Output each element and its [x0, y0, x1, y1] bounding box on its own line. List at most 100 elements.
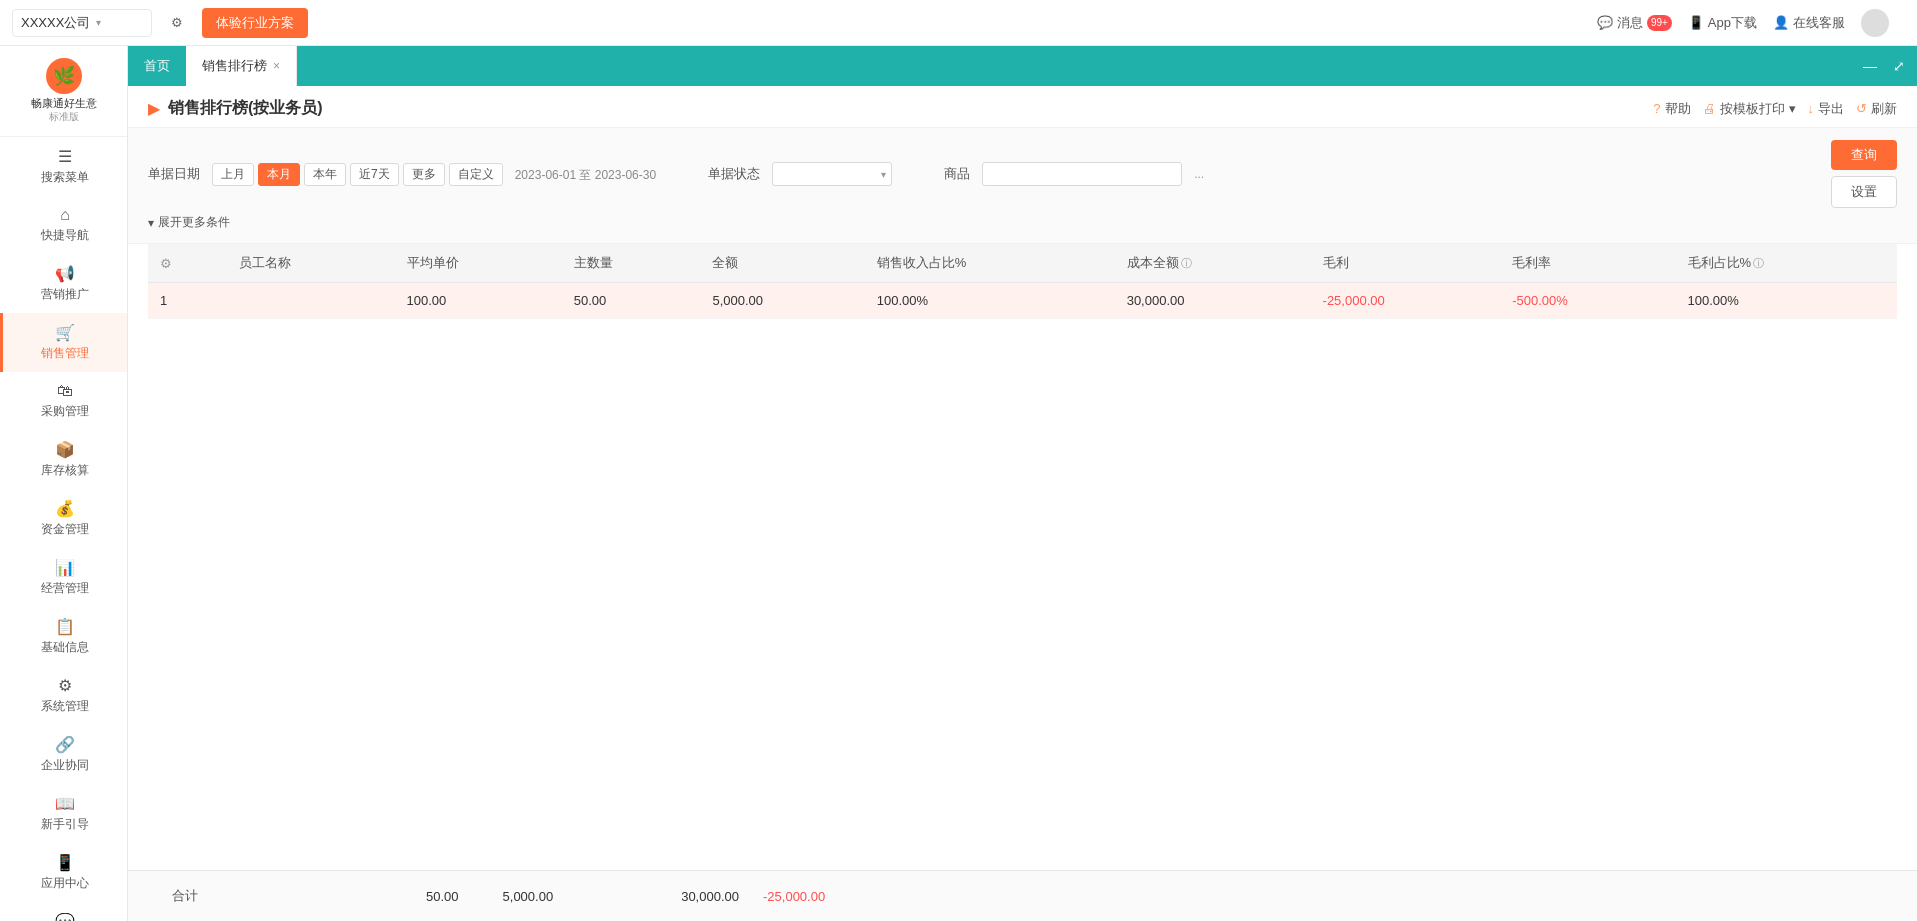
active-tab-label: 销售排行榜 — [202, 57, 267, 75]
date-btn-custom[interactable]: 自定义 — [449, 163, 503, 186]
home-tab-label: 首页 — [144, 57, 170, 75]
marketing-icon: 📢 — [55, 264, 75, 283]
cell-amount: 5,000.00 — [700, 283, 864, 319]
col-amount: 全额 — [700, 244, 864, 283]
refresh-button[interactable]: ↺ 刷新 — [1856, 100, 1897, 118]
content-area: 首页 销售排行榜 × — ⤢ ▶ 销售排行榜(按业务员) — [128, 46, 1917, 921]
cost-info-icon[interactable]: ⓘ — [1181, 257, 1192, 269]
expand-button[interactable]: ▾ 展开更多条件 — [148, 214, 1897, 231]
sidebar-item-label: 新手引导 — [41, 816, 89, 833]
data-table: ⚙ 员工名称 平均单价 主数量 全额 销售收入占比% 成本全额ⓘ 毛利 毛利率 … — [148, 244, 1897, 319]
sidebar-item-purchase[interactable]: 🛍 采购管理 — [0, 372, 127, 430]
footer-cost: 30,000.00 — [669, 883, 751, 910]
col-sales-pct: 销售收入占比% — [865, 244, 1115, 283]
logo-text: 畅康通好生意 — [31, 96, 97, 110]
date-btn-this-month[interactable]: 本月 — [258, 163, 300, 186]
sidebar-item-guide[interactable]: 📖 新手引导 — [0, 784, 127, 843]
cell-rank: 1 — [148, 283, 227, 319]
filter-row-1: 单据日期 上月 本月 本年 近7天 更多 自定义 2023-06-01 至 20… — [148, 140, 1897, 208]
status-filter-label: 单据状态 — [708, 165, 760, 183]
sidebar-item-app-center[interactable]: 📱 应用中心 — [0, 843, 127, 902]
tab-minimize-icon[interactable]: — — [1859, 54, 1881, 78]
app-download-button[interactable]: 📱 App下载 — [1688, 14, 1757, 32]
cell-name — [227, 283, 394, 319]
page-header-actions: ? 帮助 🖨 按模板打印 ▾ ↓ 导出 ↺ — [1653, 100, 1897, 118]
search-menu-icon: ☰ — [58, 147, 72, 166]
sidebar-item-wechat[interactable]: 💬 企业微信 — [0, 902, 127, 921]
goods-input[interactable] — [982, 162, 1182, 186]
sidebar-item-management[interactable]: 📊 经营管理 — [0, 548, 127, 607]
help-button[interactable]: ? 帮助 — [1653, 100, 1690, 118]
tab-sales-ranking[interactable]: 销售排行榜 × — [186, 46, 297, 86]
guide-icon: 📖 — [55, 794, 75, 813]
page-header: ▶ 销售排行榜(按业务员) ? 帮助 🖨 按模板打印 ▾ — [128, 86, 1917, 128]
col-profit-pct: 毛利占比%ⓘ — [1676, 244, 1897, 283]
online-service-button[interactable]: 👤 在线客服 — [1773, 14, 1845, 32]
download-icon: 📱 — [1688, 15, 1704, 30]
sales-icon: 🛒 — [55, 323, 75, 342]
basic-info-icon: 📋 — [55, 617, 75, 636]
home-icon: ⌂ — [60, 206, 70, 224]
collapse-icon[interactable]: ▶ — [148, 99, 160, 118]
logo-emoji: 🌿 — [53, 65, 75, 87]
goods-filter-label: 商品 — [944, 165, 970, 183]
table-settings-icon[interactable]: ⚙ — [160, 256, 172, 271]
sidebar-item-label: 快捷导航 — [41, 227, 89, 244]
company-selector[interactable]: XXXXX公司 ▾ — [12, 9, 152, 37]
date-btn-last-month[interactable]: 上月 — [212, 163, 254, 186]
sidebar-item-label: 资金管理 — [41, 521, 89, 538]
export-label: 导出 — [1818, 100, 1844, 118]
sidebar-item-marketing[interactable]: 📢 营销推广 — [0, 254, 127, 313]
footer-label: 合计 — [160, 881, 260, 911]
sidebar-item-system[interactable]: ⚙ 系统管理 — [0, 666, 127, 725]
date-filter-label: 单据日期 — [148, 165, 200, 183]
sidebar-item-quicknav[interactable]: ⌂ 快捷导航 — [0, 196, 127, 254]
table-footer: 合计 50.00 5,000.00 30,000.00 -25,000.00 — [128, 870, 1917, 921]
sidebar-item-inventory[interactable]: 📦 库存核算 — [0, 430, 127, 489]
goods-more-link[interactable]: ... — [1194, 167, 1204, 181]
sidebar-item-label: 销售管理 — [41, 345, 89, 362]
app-download-label: App下载 — [1708, 14, 1757, 32]
sidebar-item-label: 营销推广 — [41, 286, 89, 303]
print-chevron: ▾ — [1789, 101, 1796, 116]
sidebar-item-enterprise[interactable]: 🔗 企业协同 — [0, 725, 127, 784]
profit-pct-info-icon[interactable]: ⓘ — [1753, 257, 1764, 269]
status-select[interactable] — [772, 162, 892, 186]
col-profit-rate: 毛利率 — [1500, 244, 1675, 283]
sidebar-item-label: 经营管理 — [41, 580, 89, 597]
expand-chevron-icon: ▾ — [148, 216, 154, 230]
col-qty: 主数量 — [562, 244, 701, 283]
query-button[interactable]: 查询 — [1831, 140, 1897, 170]
sidebar-item-sales[interactable]: 🛒 销售管理 — [0, 313, 127, 372]
table-header-row: ⚙ 员工名称 平均单价 主数量 全额 销售收入占比% 成本全额ⓘ 毛利 毛利率 … — [148, 244, 1897, 283]
sidebar-item-finance[interactable]: 💰 资金管理 — [0, 489, 127, 548]
sidebar-item-search[interactable]: ☰ 搜索菜单 — [0, 137, 127, 196]
date-btn-this-year[interactable]: 本年 — [304, 163, 346, 186]
col-settings: ⚙ — [148, 244, 227, 283]
set-button[interactable]: 设置 — [1831, 176, 1897, 208]
topbar-settings-button[interactable]: ⚙ — [162, 8, 192, 38]
tab-home[interactable]: 首页 — [128, 46, 186, 86]
top-bar-right: 💬 消息 99+ 📱 App下载 👤 在线客服 — [1597, 9, 1905, 37]
export-button[interactable]: ↓ 导出 — [1808, 100, 1845, 118]
help-icon: ? — [1653, 101, 1660, 116]
expand-label: 展开更多条件 — [158, 214, 230, 231]
avatar[interactable] — [1861, 9, 1889, 37]
message-icon: 💬 — [1597, 15, 1613, 30]
sidebar-item-label: 系统管理 — [41, 698, 89, 715]
date-btn-7days[interactable]: 近7天 — [350, 163, 399, 186]
print-button[interactable]: 🖨 按模板打印 ▾ — [1703, 100, 1796, 118]
cell-profit-rate: -500.00% — [1500, 283, 1675, 319]
tab-close-icon[interactable]: × — [273, 59, 280, 73]
tab-expand-icon[interactable]: ⤢ — [1889, 54, 1909, 78]
trial-button[interactable]: 体验行业方案 — [202, 8, 308, 38]
chevron-down-icon: ▾ — [96, 17, 101, 28]
message-label: 消息 — [1617, 14, 1643, 32]
date-btn-more[interactable]: 更多 — [403, 163, 445, 186]
message-button[interactable]: 💬 消息 99+ — [1597, 14, 1672, 32]
cell-profit-pct: 100.00% — [1676, 283, 1897, 319]
sidebar-item-basic-info[interactable]: 📋 基础信息 — [0, 607, 127, 666]
refresh-label: 刷新 — [1871, 100, 1897, 118]
help-label: 帮助 — [1665, 100, 1691, 118]
col-cost: 成本全额ⓘ — [1115, 244, 1311, 283]
